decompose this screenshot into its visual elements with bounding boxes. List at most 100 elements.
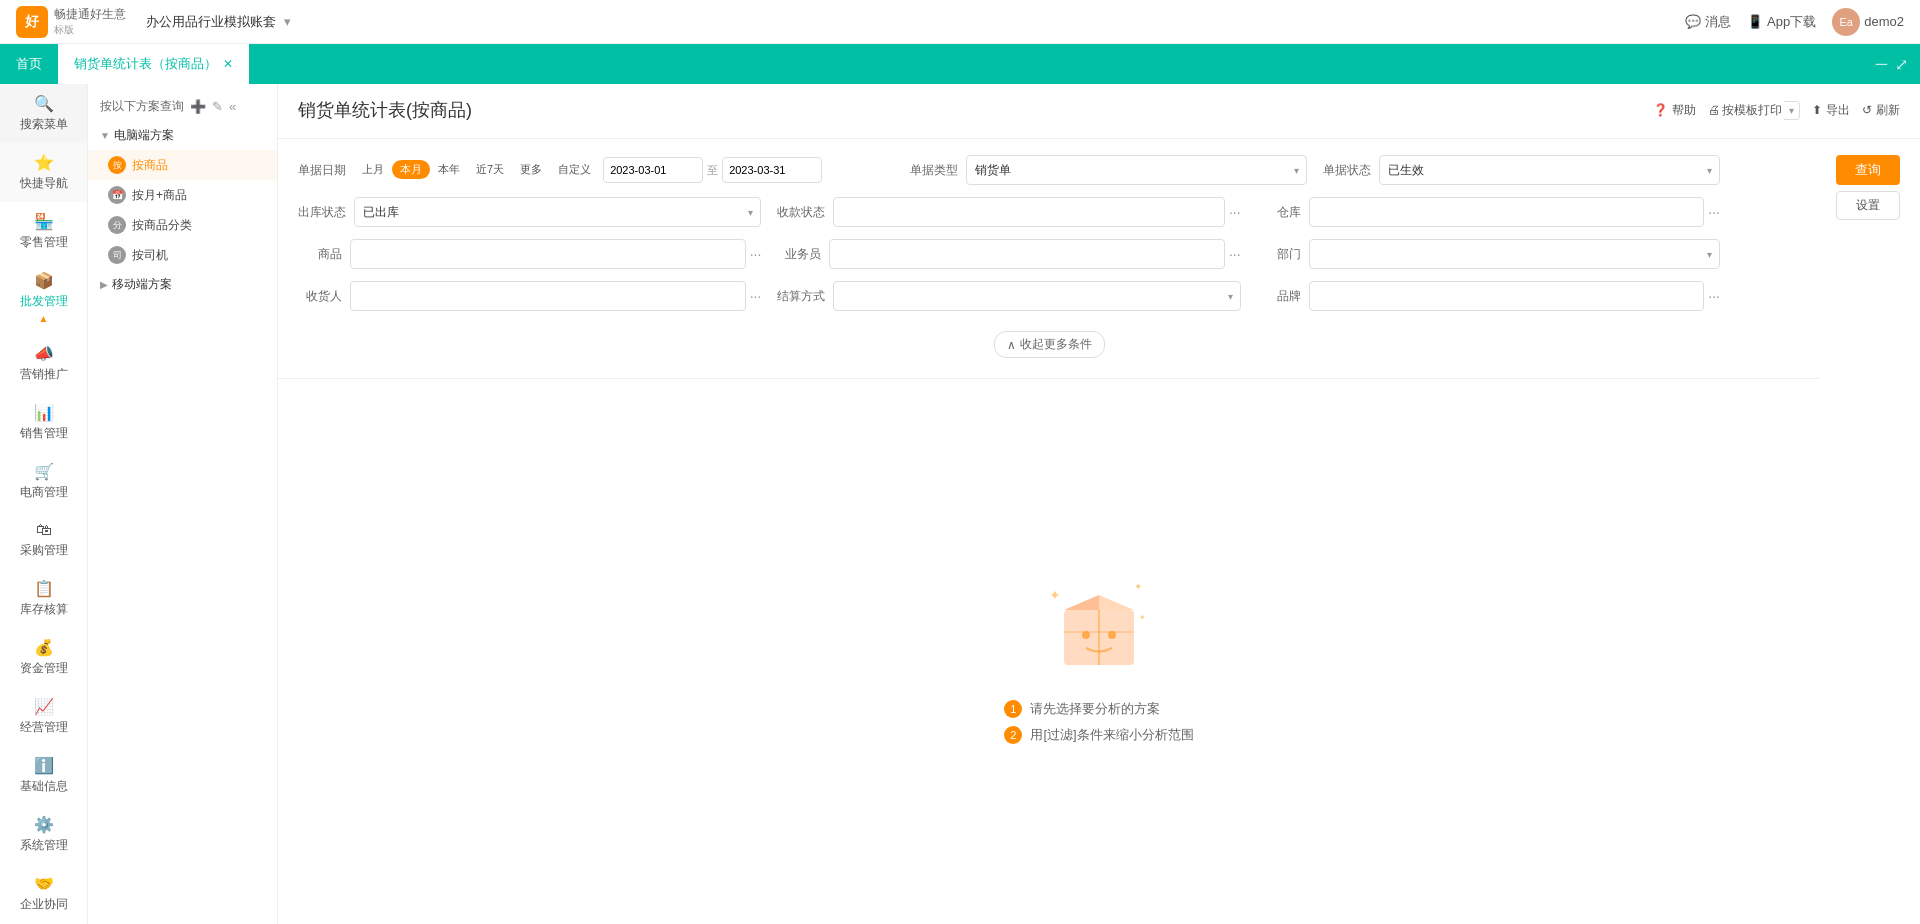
warehouse-more-icon[interactable]: ··· bbox=[1708, 204, 1720, 220]
sidebar-item-enterprise[interactable]: 🤝 企业协同 bbox=[0, 864, 87, 923]
tree-item-by-cashier[interactable]: 司 按司机 bbox=[88, 240, 277, 270]
tab-maximize-icon[interactable]: ⤢ bbox=[1895, 55, 1908, 74]
doc-type-select[interactable]: 销货单 bbox=[966, 155, 1307, 185]
page-actions: ❓ 帮助 🖨 按模板打印 ▾ ⬆ 导出 ↺ 刷新 bbox=[1653, 101, 1900, 120]
tree-item-by-category[interactable]: 分 按商品分类 bbox=[88, 210, 277, 240]
doc-status-select[interactable]: 已生效 bbox=[1379, 155, 1720, 185]
date-tab-this-month[interactable]: 本月 bbox=[392, 160, 430, 179]
tab-minimize-icon[interactable]: ─ bbox=[1876, 55, 1887, 73]
tree-item-by-product[interactable]: 按 按商品 bbox=[88, 150, 277, 180]
product-more-icon[interactable]: ··· bbox=[750, 246, 762, 262]
date-tab-7days[interactable]: 近7天 bbox=[468, 160, 512, 179]
export-button[interactable]: ⬆ 导出 bbox=[1812, 102, 1850, 119]
sidebar-item-sales[interactable]: 📊 销售管理 bbox=[0, 393, 87, 452]
add-scheme-icon[interactable]: ➕ bbox=[190, 99, 206, 114]
filter-doc-type: 单据类型 销货单 ▾ bbox=[910, 155, 1323, 185]
inventory-icon: 📋 bbox=[34, 579, 54, 598]
payment-status-control: ··· bbox=[833, 197, 1240, 227]
tab-stats[interactable]: 销货单统计表（按商品） ✕ bbox=[58, 44, 249, 84]
svg-marker-1 bbox=[1064, 595, 1099, 610]
filter-warehouse-status: 出库状态 已出库 ▾ bbox=[298, 197, 777, 227]
sidebar-item-system[interactable]: ⚙️ 系统管理 bbox=[0, 805, 87, 864]
brand-input[interactable] bbox=[1309, 281, 1705, 311]
app-download-icon: 📱 bbox=[1747, 14, 1763, 29]
date-tab-custom[interactable]: 自定义 bbox=[550, 160, 599, 179]
svg-text:✦: ✦ bbox=[1134, 581, 1142, 592]
settlement-select[interactable] bbox=[833, 281, 1240, 311]
tree-item-by-month-product[interactable]: 📅 按月+商品 bbox=[88, 180, 277, 210]
department-label: 部门 bbox=[1257, 246, 1301, 263]
empty-step-1: 1 请先选择要分析的方案 bbox=[1004, 700, 1193, 718]
date-to-input[interactable] bbox=[722, 157, 822, 183]
department-select[interactable] bbox=[1309, 239, 1720, 269]
sidebar: 🔍 搜索菜单 ⭐ 快捷导航 🏪 零售管理 📦 批发管理 ▲ 📣 营销推广 📊 销… bbox=[0, 84, 88, 924]
filter-section: 单据日期 上月 本月 本年 近7天 更多 自定义 bbox=[278, 139, 1920, 379]
purchase-icon: 🛍 bbox=[36, 521, 52, 539]
sidebar-item-purchase[interactable]: 🛍 采购管理 bbox=[0, 511, 87, 569]
filter-warehouse: 仓库 ··· bbox=[1257, 197, 1800, 227]
marketing-icon: 📣 bbox=[34, 344, 54, 363]
enterprise-icon: 🤝 bbox=[34, 874, 54, 893]
filter-date: 单据日期 上月 本月 本年 近7天 更多 自定义 bbox=[298, 157, 910, 183]
sidebar-item-search-menu[interactable]: 🔍 搜索菜单 bbox=[0, 84, 87, 143]
date-from-input[interactable] bbox=[603, 157, 703, 183]
query-buttons: 查询 设置 bbox=[1836, 155, 1900, 220]
warehouse-label: 仓库 bbox=[1257, 204, 1301, 221]
doc-status-control: 已生效 ▾ bbox=[1379, 155, 1720, 185]
sidebar-item-operations[interactable]: 📈 经营管理 bbox=[0, 687, 87, 746]
date-tab-more[interactable]: 更多 bbox=[512, 160, 550, 179]
sales-icon: 📊 bbox=[34, 403, 54, 422]
product-input[interactable] bbox=[350, 239, 746, 269]
date-tab-this-year[interactable]: 本年 bbox=[430, 160, 468, 179]
collapse-panel-icon[interactable]: « bbox=[229, 99, 236, 114]
step-1-num: 1 bbox=[1004, 700, 1022, 718]
salesman-control: ··· bbox=[829, 239, 1240, 269]
doc-type-label: 单据类型 bbox=[910, 162, 958, 179]
payment-status-input[interactable] bbox=[833, 197, 1225, 227]
sidebar-item-basic[interactable]: ℹ️ 基础信息 bbox=[0, 746, 87, 805]
svg-text:✦: ✦ bbox=[1049, 587, 1061, 603]
message-button[interactable]: 💬 消息 bbox=[1685, 13, 1731, 31]
payment-status-more-icon[interactable]: ··· bbox=[1229, 204, 1241, 220]
user-profile[interactable]: Ea demo2 bbox=[1832, 8, 1904, 36]
refresh-button[interactable]: ↺ 刷新 bbox=[1862, 102, 1900, 119]
help-button[interactable]: ❓ 帮助 bbox=[1653, 102, 1696, 119]
tab-bar: 首页 销货单统计表（按商品） ✕ ─ ⤢ bbox=[0, 44, 1920, 84]
tab-home[interactable]: 首页 bbox=[0, 44, 58, 84]
search-menu-icon: 🔍 bbox=[34, 94, 54, 113]
print-button[interactable]: 🖨 按模板打印 ▾ bbox=[1708, 101, 1800, 120]
query-button[interactable]: 查询 bbox=[1836, 155, 1900, 185]
empty-state: ✦ ✦ ✦ 1 请先选择要分析的方案 2 用[过滤]条件来缩小分析范围 bbox=[278, 379, 1920, 924]
sidebar-item-finance[interactable]: 💰 资金管理 bbox=[0, 628, 87, 687]
svg-marker-2 bbox=[1099, 595, 1134, 610]
salesman-input[interactable] bbox=[829, 239, 1225, 269]
receiver-more-icon[interactable]: ··· bbox=[750, 288, 762, 304]
desktop-section[interactable]: ▼ 电脑端方案 bbox=[88, 121, 277, 150]
sidebar-item-ecommerce[interactable]: 🛒 电商管理 bbox=[0, 452, 87, 511]
edit-scheme-icon[interactable]: ✎ bbox=[212, 99, 223, 114]
receiver-input[interactable] bbox=[350, 281, 746, 311]
tab-close-icon[interactable]: ✕ bbox=[223, 57, 233, 71]
date-tab-last-month[interactable]: 上月 bbox=[354, 160, 392, 179]
sidebar-item-quick-nav[interactable]: ⭐ 快捷导航 bbox=[0, 143, 87, 202]
sidebar-item-retail[interactable]: 🏪 零售管理 bbox=[0, 202, 87, 261]
left-panel: 按以下方案查询 ➕ ✎ « ▼ 电脑端方案 按 按商品 📅 按月+商品 分 按商… bbox=[88, 84, 278, 924]
date-tabs: 上月 本月 本年 近7天 更多 自定义 bbox=[354, 160, 599, 179]
salesman-more-icon[interactable]: ··· bbox=[1229, 246, 1241, 262]
mobile-section[interactable]: ▶ 移动端方案 bbox=[88, 270, 277, 299]
brand-more-icon[interactable]: ··· bbox=[1708, 288, 1720, 304]
collapse-button[interactable]: ∧ 收起更多条件 bbox=[994, 331, 1105, 358]
warehouse-status-select[interactable]: 已出库 bbox=[354, 197, 761, 227]
sidebar-item-wholesale[interactable]: 📦 批发管理 ▲ bbox=[0, 261, 87, 334]
print-dropdown-icon[interactable]: ▾ bbox=[1784, 101, 1800, 120]
app-download-button[interactable]: 📱 App下载 bbox=[1747, 13, 1816, 31]
department-control: ▾ bbox=[1309, 239, 1720, 269]
settings-button[interactable]: 设置 bbox=[1836, 191, 1900, 220]
tab-bar-actions: ─ ⤢ bbox=[1876, 55, 1920, 74]
warehouse-input[interactable] bbox=[1309, 197, 1705, 227]
filter-brand: 品牌 ··· bbox=[1257, 281, 1800, 311]
warehouse-status-label: 出库状态 bbox=[298, 204, 346, 221]
sidebar-item-inventory[interactable]: 📋 库存核算 bbox=[0, 569, 87, 628]
sidebar-item-marketing[interactable]: 📣 营销推广 bbox=[0, 334, 87, 393]
quick-nav-icon: ⭐ bbox=[34, 153, 54, 172]
